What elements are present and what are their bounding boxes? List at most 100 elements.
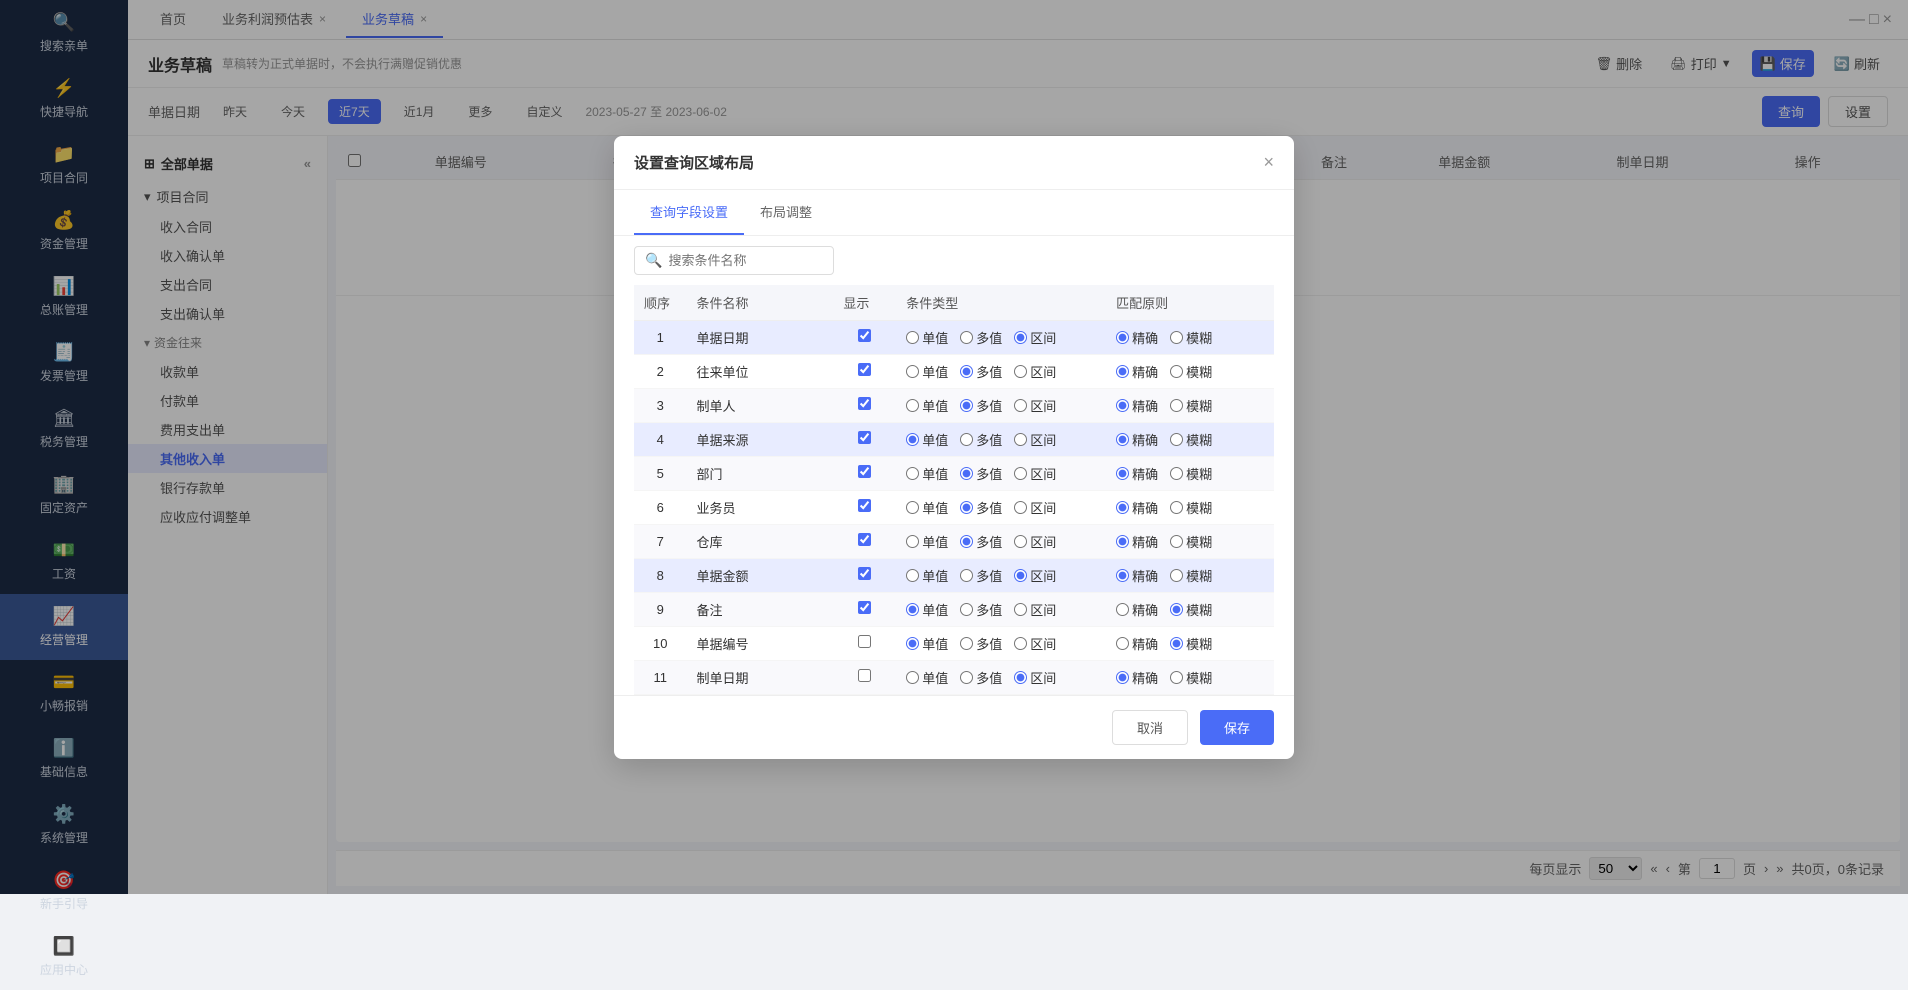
match-option-精确[interactable]: 精确 (1116, 498, 1158, 517)
sidebar-item-apps[interactable]: 🔲 应用中心 (0, 924, 128, 990)
match-radio-模糊[interactable] (1170, 365, 1183, 378)
type-option-多值[interactable]: 多值 (960, 532, 1002, 551)
match-option-模糊[interactable]: 模糊 (1170, 362, 1212, 381)
show-checkbox[interactable] (858, 533, 871, 546)
type-option-单值[interactable]: 单值 (906, 634, 948, 653)
dialog-close-button[interactable]: × (1263, 152, 1274, 173)
match-radio-精确[interactable] (1116, 535, 1129, 548)
dialog-tab-query-fields[interactable]: 查询字段设置 (634, 190, 744, 235)
type-radio-单值[interactable] (906, 365, 919, 378)
match-radio-模糊[interactable] (1170, 331, 1183, 344)
match-option-模糊[interactable]: 模糊 (1170, 566, 1212, 585)
type-option-区间[interactable]: 区间 (1014, 498, 1056, 517)
type-option-多值[interactable]: 多值 (960, 634, 1002, 653)
type-option-多值[interactable]: 多值 (960, 464, 1002, 483)
match-radio-精确[interactable] (1116, 433, 1129, 446)
type-radio-单值[interactable] (906, 501, 919, 514)
type-radio-区间[interactable] (1014, 569, 1027, 582)
type-radio-多值[interactable] (960, 433, 973, 446)
type-radio-多值[interactable] (960, 399, 973, 412)
type-radio-单值[interactable] (906, 569, 919, 582)
match-radio-精确[interactable] (1116, 331, 1129, 344)
type-radio-单值[interactable] (906, 637, 919, 650)
type-option-区间[interactable]: 区间 (1014, 464, 1056, 483)
type-option-区间[interactable]: 区间 (1014, 430, 1056, 449)
type-radio-多值[interactable] (960, 637, 973, 650)
type-option-单值[interactable]: 单值 (906, 600, 948, 619)
match-option-精确[interactable]: 精确 (1116, 634, 1158, 653)
type-radio-多值[interactable] (960, 569, 973, 582)
type-radio-区间[interactable] (1014, 535, 1027, 548)
type-radio-单值[interactable] (906, 535, 919, 548)
cancel-button[interactable]: 取消 (1112, 710, 1188, 745)
show-checkbox[interactable] (858, 635, 871, 648)
match-radio-精确[interactable] (1116, 637, 1129, 650)
match-radio-精确[interactable] (1116, 671, 1129, 684)
match-radio-精确[interactable] (1116, 399, 1129, 412)
type-option-单值[interactable]: 单值 (906, 668, 948, 687)
dialog-search-input[interactable] (668, 253, 823, 268)
match-option-模糊[interactable]: 模糊 (1170, 634, 1212, 653)
match-option-精确[interactable]: 精确 (1116, 464, 1158, 483)
match-radio-模糊[interactable] (1170, 637, 1183, 650)
type-radio-多值[interactable] (960, 365, 973, 378)
type-radio-区间[interactable] (1014, 501, 1027, 514)
type-radio-多值[interactable] (960, 603, 973, 616)
match-option-模糊[interactable]: 模糊 (1170, 532, 1212, 551)
type-radio-多值[interactable] (960, 467, 973, 480)
type-radio-单值[interactable] (906, 399, 919, 412)
type-option-区间[interactable]: 区间 (1014, 566, 1056, 585)
type-radio-区间[interactable] (1014, 331, 1027, 344)
type-option-区间[interactable]: 区间 (1014, 634, 1056, 653)
save-button[interactable]: 保存 (1200, 710, 1274, 745)
show-checkbox[interactable] (858, 329, 871, 342)
match-radio-模糊[interactable] (1170, 399, 1183, 412)
show-checkbox[interactable] (858, 431, 871, 444)
type-option-区间[interactable]: 区间 (1014, 396, 1056, 415)
match-option-精确[interactable]: 精确 (1116, 430, 1158, 449)
match-radio-精确[interactable] (1116, 467, 1129, 480)
type-radio-区间[interactable] (1014, 637, 1027, 650)
match-option-精确[interactable]: 精确 (1116, 668, 1158, 687)
type-option-多值[interactable]: 多值 (960, 362, 1002, 381)
match-radio-模糊[interactable] (1170, 603, 1183, 616)
match-option-模糊[interactable]: 模糊 (1170, 668, 1212, 687)
type-radio-单值[interactable] (906, 331, 919, 344)
match-option-精确[interactable]: 精确 (1116, 328, 1158, 347)
match-radio-模糊[interactable] (1170, 671, 1183, 684)
type-option-区间[interactable]: 区间 (1014, 532, 1056, 551)
match-option-精确[interactable]: 精确 (1116, 362, 1158, 381)
match-option-模糊[interactable]: 模糊 (1170, 600, 1212, 619)
show-checkbox[interactable] (858, 567, 871, 580)
match-option-精确[interactable]: 精确 (1116, 566, 1158, 585)
type-option-多值[interactable]: 多值 (960, 498, 1002, 517)
show-checkbox[interactable] (858, 397, 871, 410)
type-option-区间[interactable]: 区间 (1014, 362, 1056, 381)
type-option-多值[interactable]: 多值 (960, 668, 1002, 687)
type-radio-区间[interactable] (1014, 467, 1027, 480)
type-option-单值[interactable]: 单值 (906, 464, 948, 483)
type-radio-区间[interactable] (1014, 671, 1027, 684)
type-option-单值[interactable]: 单值 (906, 396, 948, 415)
type-radio-多值[interactable] (960, 501, 973, 514)
match-option-精确[interactable]: 精确 (1116, 396, 1158, 415)
type-option-多值[interactable]: 多值 (960, 566, 1002, 585)
match-radio-模糊[interactable] (1170, 433, 1183, 446)
type-option-区间[interactable]: 区间 (1014, 600, 1056, 619)
dialog-tab-layout[interactable]: 布局调整 (744, 190, 828, 235)
type-option-单值[interactable]: 单值 (906, 532, 948, 551)
type-option-单值[interactable]: 单值 (906, 566, 948, 585)
type-option-多值[interactable]: 多值 (960, 600, 1002, 619)
type-radio-多值[interactable] (960, 331, 973, 344)
type-radio-多值[interactable] (960, 671, 973, 684)
match-option-模糊[interactable]: 模糊 (1170, 464, 1212, 483)
type-option-单值[interactable]: 单值 (906, 362, 948, 381)
match-radio-模糊[interactable] (1170, 501, 1183, 514)
match-option-模糊[interactable]: 模糊 (1170, 328, 1212, 347)
show-checkbox[interactable] (858, 669, 871, 682)
type-radio-区间[interactable] (1014, 365, 1027, 378)
show-checkbox[interactable] (858, 499, 871, 512)
show-checkbox[interactable] (858, 363, 871, 376)
match-option-模糊[interactable]: 模糊 (1170, 498, 1212, 517)
type-radio-单值[interactable] (906, 433, 919, 446)
